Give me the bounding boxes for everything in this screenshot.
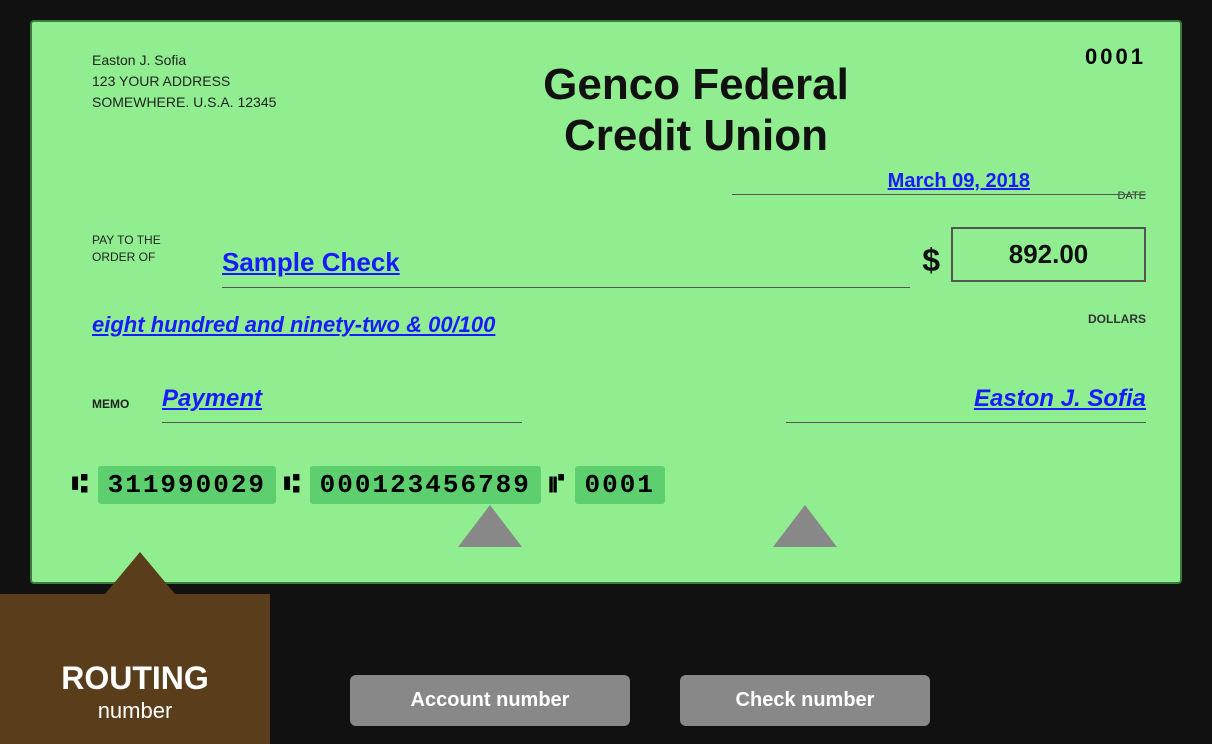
routing-big-text: ROUTING xyxy=(61,659,209,697)
memo-label: MEMO xyxy=(92,397,129,411)
signature-value: Easton J. Sofia xyxy=(974,385,1146,413)
micr-routing-symbol-left: ⑆ xyxy=(72,470,90,500)
routing-arrow xyxy=(105,552,175,594)
routing-block: ROUTING number xyxy=(0,594,270,744)
bottom-section: ROUTING number Account number Check numb… xyxy=(0,594,1212,744)
micr-line: ⑆ 311990029 ⑆ 000123456789 ⑈ 0001 xyxy=(72,466,1140,504)
pay-to-label: PAY TO THE ORDER OF xyxy=(92,232,161,266)
account-number-block: Account number xyxy=(350,675,630,726)
micr-check-number: 0001 xyxy=(575,466,665,504)
check-number-top: 0001 xyxy=(1085,44,1146,70)
routing-label: ROUTING number xyxy=(61,659,209,724)
date-label: DATE xyxy=(1117,190,1146,202)
account-holder-name: Easton J. Sofia xyxy=(92,52,186,68)
micr-check-symbol: ⑈ xyxy=(549,470,567,500)
memo-line xyxy=(162,422,522,423)
check-date: March 09, 2018 xyxy=(888,170,1030,193)
written-amount: eight hundred and ninety-two & 00/100 xyxy=(92,312,495,338)
amount-value: 892.00 xyxy=(1009,239,1089,270)
dollar-sign: $ xyxy=(922,242,940,279)
check-number-block: Check number xyxy=(680,675,930,726)
signature-line xyxy=(786,422,1146,423)
account-number-label: Account number xyxy=(350,675,630,726)
micr-routing-symbol-right: ⑆ xyxy=(284,470,302,500)
check-address: Easton J. Sofia 123 YOUR ADDRESS SOMEWHE… xyxy=(92,50,276,113)
address-line2: SOMEWHERE. U.S.A. 12345 xyxy=(92,94,276,110)
bank-name: Genco Federal Credit Union xyxy=(412,60,980,161)
micr-routing-number: 311990029 xyxy=(98,466,276,504)
account-arrow xyxy=(458,505,522,547)
routing-small-text: number xyxy=(61,698,209,724)
date-underline xyxy=(732,194,1146,195)
amount-box: 892.00 xyxy=(951,227,1146,282)
address-line1: 123 YOUR ADDRESS xyxy=(92,73,230,89)
micr-account-number: 000123456789 xyxy=(310,466,541,504)
check-number-arrow xyxy=(773,505,837,547)
payee-name: Sample Check xyxy=(222,247,400,278)
check-body: 0001 Easton J. Sofia 123 YOUR ADDRESS SO… xyxy=(30,20,1182,584)
dollars-label: DOLLARS xyxy=(1088,312,1146,326)
payee-line xyxy=(222,287,910,288)
check-number-label: Check number xyxy=(680,675,930,726)
memo-value: Payment xyxy=(162,385,262,413)
